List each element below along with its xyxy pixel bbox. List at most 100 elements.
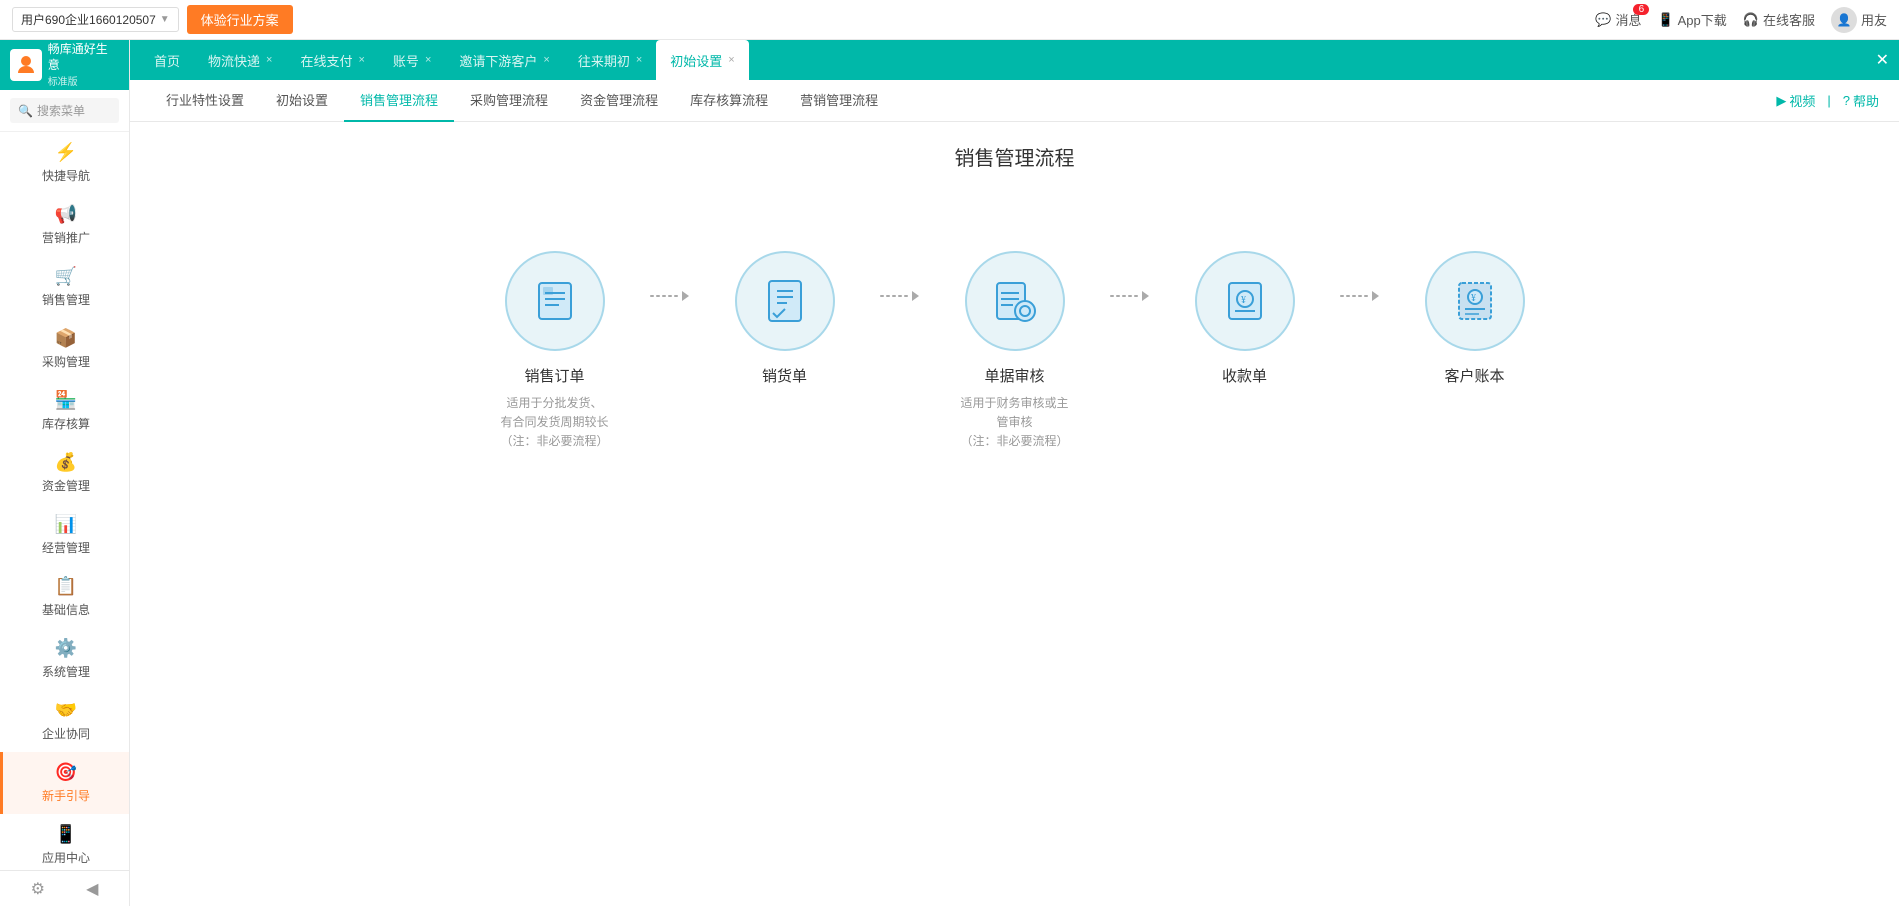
video-label: 视频: [1789, 91, 1815, 110]
nav-tab-period-init[interactable]: 往来期初 ×: [564, 40, 656, 80]
flow-arrow-1: [645, 251, 695, 301]
invite-close-icon[interactable]: ×: [543, 54, 549, 66]
sub-tab-purchase-flow[interactable]: 采购管理流程: [454, 80, 564, 122]
sidebar-item-label: 采购管理: [42, 353, 90, 370]
collab-icon: 🤝: [55, 700, 77, 721]
sidebar: 畅库通好生意 标准版 🔍 搜索菜单 ⚡ 快捷导航 📢 营销推广 🛒 销售管理: [0, 40, 130, 906]
sidebar-item-label: 营销推广: [42, 229, 90, 246]
purchase-icon: 📦: [55, 328, 77, 349]
init-settings-close-icon[interactable]: ×: [728, 54, 734, 66]
sidebar-item-basic[interactable]: 📋 基础信息: [0, 566, 129, 628]
sidebar-item-marketing[interactable]: 📢 营销推广: [0, 194, 129, 256]
flow-arrow-3: [1105, 251, 1155, 301]
sidebar-item-label: 系统管理: [42, 663, 90, 680]
sales-order-circle[interactable]: [505, 251, 605, 351]
user-name-label: 用友: [1861, 10, 1887, 29]
sidebar-menu: ⚡ 快捷导航 📢 营销推广 🛒 销售管理 📦 采购管理 🏪 库存核算 💰: [0, 132, 129, 870]
close-all-tabs-button[interactable]: ✕: [1876, 50, 1889, 70]
logo-version: 标准版: [48, 73, 119, 88]
user-selector[interactable]: 用户690企业1660120507 ▼: [12, 7, 179, 32]
doc-review-circle[interactable]: [965, 251, 1065, 351]
help-button[interactable]: ? 帮助: [1843, 91, 1879, 110]
init-tab-label: 初始设置: [276, 90, 328, 109]
user-label: 用户690企业1660120507: [21, 11, 156, 28]
sidebar-search[interactable]: 🔍 搜索菜单: [0, 90, 129, 132]
settings-button[interactable]: ⚙: [31, 879, 45, 899]
sidebar-bottom: ⚙ ◀: [0, 870, 129, 906]
avatar: 👤: [1831, 7, 1857, 33]
help-icon: ?: [1843, 93, 1850, 108]
sidebar-item-label: 快捷导航: [42, 167, 90, 184]
account-tab-label: 账号: [393, 51, 419, 70]
sidebar-item-app-center[interactable]: 📱 应用中心: [0, 814, 129, 870]
ops-icon: 📊: [55, 514, 77, 535]
sidebar-item-label: 应用中心: [42, 849, 90, 866]
svg-text:¥: ¥: [1241, 295, 1246, 306]
logistics-close-icon[interactable]: ×: [266, 54, 272, 66]
sub-tab-industry[interactable]: 行业特性设置: [150, 80, 260, 122]
flow-step-sales-order: 销售订单 适用于分批发货、有合同发货周期较长（注：非必要流程）: [465, 251, 645, 452]
nav-tab-init-settings[interactable]: 初始设置 ×: [656, 40, 748, 80]
invite-tab-label: 邀请下游客户: [459, 51, 537, 70]
nav-tab-home[interactable]: 首页: [140, 40, 194, 80]
logo-text-block: 畅库通好生意 标准版: [48, 42, 119, 88]
sub-tab-finance-flow[interactable]: 资金管理流程: [564, 80, 674, 122]
sidebar-logo: 畅库通好生意 标准版: [0, 40, 129, 90]
search-menu-button[interactable]: 🔍 搜索菜单: [10, 98, 119, 123]
flow-arrow-4: [1335, 251, 1385, 301]
flow-step-receipt: ¥ 收款单: [1155, 251, 1335, 394]
customer-account-circle[interactable]: ¥: [1425, 251, 1525, 351]
sales-invoice-circle[interactable]: [735, 251, 835, 351]
sidebar-item-label: 企业协同: [42, 725, 90, 742]
doc-review-desc: 适用于财务审核或主管审核（注：非必要流程）: [960, 394, 1068, 452]
inventory-icon: 🏪: [55, 390, 77, 411]
receipt-circle[interactable]: ¥: [1195, 251, 1295, 351]
user-avatar-button[interactable]: 👤 用友: [1831, 7, 1887, 33]
sub-tab-marketing-flow[interactable]: 营销管理流程: [784, 80, 894, 122]
sidebar-item-new-guide[interactable]: 🎯 新手引导: [0, 752, 129, 814]
sidebar-item-sales[interactable]: 🛒 销售管理: [0, 256, 129, 318]
app-center-icon: 📱: [55, 824, 77, 845]
account-close-icon[interactable]: ×: [425, 54, 431, 66]
top-bar: 用户690企业1660120507 ▼ 体验行业方案 💬 消息 6 📱 App下…: [0, 0, 1899, 40]
nav-tab-account[interactable]: 账号 ×: [379, 40, 445, 80]
payment-close-icon[interactable]: ×: [358, 54, 364, 66]
collapse-button[interactable]: ◀: [86, 879, 98, 899]
sidebar-item-purchase[interactable]: 📦 采购管理: [0, 318, 129, 380]
nav-tab-payment[interactable]: 在线支付 ×: [286, 40, 378, 80]
doc-review-title: 单据审核: [984, 365, 1044, 386]
purchase-flow-tab-label: 采购管理流程: [470, 90, 548, 109]
marketing-icon: 📢: [55, 204, 77, 225]
sidebar-item-label: 销售管理: [42, 291, 90, 308]
sidebar-item-quick-nav[interactable]: ⚡ 快捷导航: [0, 132, 129, 194]
sub-tab-sales-flow[interactable]: 销售管理流程: [344, 80, 454, 122]
sales-icon: 🛒: [55, 266, 77, 287]
nav-tab-invite[interactable]: 邀请下游客户 ×: [445, 40, 563, 80]
app-download-button[interactable]: 📱 App下载: [1657, 10, 1726, 29]
video-icon: ▶: [1776, 93, 1786, 109]
message-button[interactable]: 💬 消息 6: [1595, 10, 1641, 29]
sidebar-item-inventory[interactable]: 🏪 库存核算: [0, 380, 129, 442]
nav-tabs-bar: 首页 物流快递 × 在线支付 × 账号 × 邀请下游客户 × 往来期初 ×: [130, 40, 1899, 80]
sidebar-item-finance[interactable]: 💰 资金管理: [0, 442, 129, 504]
online-service-button[interactable]: 🎧 在线客服: [1743, 10, 1815, 29]
sidebar-item-enterprise-collab[interactable]: 🤝 企业协同: [0, 690, 129, 752]
flow-step-customer-account: ¥ 客户账本: [1385, 251, 1565, 394]
message-icon: 💬: [1595, 12, 1611, 28]
sub-tab-init[interactable]: 初始设置: [260, 80, 344, 122]
sidebar-item-label: 库存核算: [42, 415, 90, 432]
sidebar-item-system[interactable]: ⚙️ 系统管理: [0, 628, 129, 690]
industry-tab-label: 行业特性设置: [166, 90, 244, 109]
nav-tab-logistics[interactable]: 物流快递 ×: [194, 40, 286, 80]
period-init-close-icon[interactable]: ×: [636, 54, 642, 66]
sub-tab-inventory-flow[interactable]: 库存核算流程: [674, 80, 784, 122]
init-settings-tab-label: 初始设置: [670, 51, 722, 70]
flow-step-sales-invoice: 销货单: [695, 251, 875, 394]
trial-button[interactable]: 体验行业方案: [187, 5, 293, 34]
video-help-button[interactable]: ▶ 视频: [1776, 91, 1815, 110]
flow-step-doc-review: 单据审核 适用于财务审核或主管审核（注：非必要流程）: [925, 251, 1105, 452]
inventory-flow-tab-label: 库存核算流程: [690, 90, 768, 109]
customer-account-title: 客户账本: [1444, 365, 1504, 386]
quick-nav-icon: ⚡: [55, 142, 77, 163]
sidebar-item-ops[interactable]: 📊 经营管理: [0, 504, 129, 566]
